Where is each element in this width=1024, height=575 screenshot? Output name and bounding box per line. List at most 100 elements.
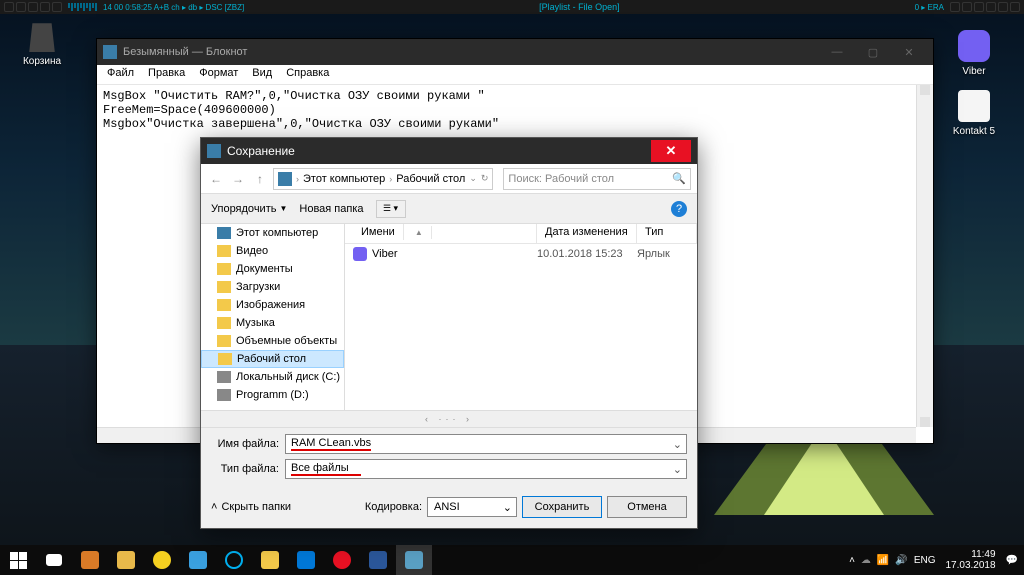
desktop-icon-kontakt[interactable]: Kontakt 5 — [944, 90, 1004, 137]
kontakt-icon — [958, 90, 990, 122]
maximize-button[interactable]: ▢ — [855, 41, 891, 63]
pc-icon — [217, 227, 231, 239]
folder-icon — [217, 245, 231, 257]
tray-network-icon[interactable]: 📶 — [877, 555, 889, 566]
column-name[interactable]: Имени ▲ — [345, 224, 537, 243]
search-input[interactable]: Поиск: Рабочий стол 🔍 — [503, 168, 691, 190]
player-next-icon[interactable] — [52, 2, 62, 12]
tray-chevron-icon[interactable]: ˄ — [849, 555, 855, 566]
tree-item-music[interactable]: Музыка — [201, 314, 344, 332]
task-view-button[interactable] — [36, 545, 72, 575]
notepad-textarea[interactable]: MsgBox "Очистить RAM?",0,"Очистка ОЗУ св… — [97, 85, 933, 135]
chevron-up-icon: ˄ — [211, 501, 217, 513]
taskbar-word[interactable] — [360, 545, 396, 575]
player-prev-icon[interactable] — [4, 2, 14, 12]
tree-item-desktop[interactable]: Рабочий стол — [201, 350, 344, 368]
taskbar-explorer[interactable] — [252, 545, 288, 575]
taskbar-app[interactable] — [180, 545, 216, 575]
tray-onedrive-icon[interactable]: ☁ — [861, 555, 871, 566]
tree-item-disk-d[interactable]: Programm (D:) — [201, 386, 344, 404]
tree-item-pc[interactable]: Этот компьютер — [201, 224, 344, 242]
menu-file[interactable]: Файл — [101, 65, 140, 84]
tray-language[interactable]: ENG — [914, 555, 936, 566]
tree-item-3d[interactable]: Объемные объекты — [201, 332, 344, 350]
nav-back-button[interactable]: ← — [207, 170, 225, 188]
equalizer-icon — [68, 3, 97, 11]
player-play-icon[interactable] — [16, 2, 26, 12]
taskbar-app[interactable] — [108, 545, 144, 575]
encoding-label: Кодировка: — [365, 501, 422, 513]
notepad-titlebar[interactable]: Безымянный — Блокнот — ▢ ✕ — [97, 39, 933, 65]
new-folder-button[interactable]: Новая папка — [299, 203, 363, 215]
start-button[interactable] — [0, 545, 36, 575]
notepad-icon — [103, 45, 117, 59]
search-placeholder: Поиск: Рабочий стол — [508, 173, 614, 185]
taskbar-opera[interactable] — [324, 545, 360, 575]
tray-volume-icon[interactable]: 🔊 — [895, 555, 907, 566]
crumb-desktop[interactable]: Рабочий стол — [396, 173, 465, 185]
close-button[interactable]: ✕ — [891, 41, 927, 63]
tray-clock[interactable]: 11:49 17.03.2018 — [941, 549, 999, 571]
notepad-menu: Файл Правка Формат Вид Справка — [97, 65, 933, 85]
menu-view[interactable]: Вид — [246, 65, 278, 84]
tree-item-images[interactable]: Изображения — [201, 296, 344, 314]
player-btn[interactable] — [986, 2, 996, 12]
media-player-bar: 14 00 0:58:25 A+B ch ▸ db ▸ DSC [ZBZ] [P… — [0, 0, 1024, 14]
tree-item-video[interactable]: Видео — [201, 242, 344, 260]
folder-icon — [217, 281, 231, 293]
desktop-icon-viber[interactable]: Viber — [944, 30, 1004, 77]
resize-handle[interactable]: ‹ ··· › — [201, 410, 697, 428]
menu-edit[interactable]: Правка — [142, 65, 191, 84]
search-icon: 🔍 — [672, 172, 686, 185]
column-type[interactable]: Тип — [637, 224, 697, 243]
scrollbar-vertical[interactable] — [916, 85, 933, 427]
tray-notifications-icon[interactable]: 💬 — [1006, 555, 1018, 566]
taskbar-app[interactable] — [72, 545, 108, 575]
disk-icon — [217, 389, 231, 401]
file-row[interactable]: Viber 10.01.2018 15:23 Ярлык — [345, 244, 697, 264]
taskbar-cortana[interactable] — [216, 545, 252, 575]
view-options-button[interactable]: ☰ ▾ — [376, 200, 406, 218]
file-name: Viber — [372, 248, 397, 260]
column-date[interactable]: Дата изменения — [537, 224, 637, 243]
player-pause-icon[interactable] — [28, 2, 38, 12]
taskbar-app[interactable] — [144, 545, 180, 575]
tree-item-documents[interactable]: Документы — [201, 260, 344, 278]
taskbar-notepad[interactable] — [396, 545, 432, 575]
save-button[interactable]: Сохранить — [522, 496, 602, 518]
tree-item-downloads[interactable]: Загрузки — [201, 278, 344, 296]
viber-icon — [958, 30, 990, 62]
player-btn[interactable] — [1010, 2, 1020, 12]
menu-format[interactable]: Формат — [193, 65, 244, 84]
player-btn[interactable] — [998, 2, 1008, 12]
player-title: [Playlist - File Open] — [539, 2, 620, 12]
folder-icon — [217, 299, 231, 311]
taskbar-edge[interactable] — [288, 545, 324, 575]
notepad-title: Безымянный — Блокнот — [123, 46, 247, 58]
nav-up-button[interactable]: ↑ — [251, 170, 269, 188]
dialog-titlebar[interactable]: Сохранение ✕ — [201, 138, 697, 164]
player-btn[interactable] — [950, 2, 960, 12]
help-button[interactable]: ? — [671, 201, 687, 217]
viber-icon — [353, 247, 367, 261]
breadcrumb[interactable]: › Этот компьютер › Рабочий стол ⌄ ↻ — [273, 168, 493, 190]
filename-input[interactable]: RAM CLean.vbs — [285, 434, 687, 454]
dialog-title: Сохранение — [227, 144, 295, 158]
filetype-label: Тип файла: — [211, 463, 279, 475]
nav-forward-button[interactable]: → — [229, 170, 247, 188]
minimize-button[interactable]: — — [819, 41, 855, 63]
menu-help[interactable]: Справка — [280, 65, 335, 84]
hide-folders-toggle[interactable]: ˄ Скрыть папки — [211, 501, 291, 513]
desktop-icon-label: Kontakt 5 — [953, 126, 995, 137]
filetype-dropdown[interactable]: Все файлы — [285, 459, 687, 479]
close-button[interactable]: ✕ — [651, 140, 691, 162]
player-btn[interactable] — [974, 2, 984, 12]
organize-dropdown[interactable]: Упорядочить ▼ — [211, 203, 287, 215]
cancel-button[interactable]: Отмена — [607, 496, 687, 518]
player-btn[interactable] — [962, 2, 972, 12]
tree-item-disk-c[interactable]: Локальный диск (C:) — [201, 368, 344, 386]
encoding-dropdown[interactable]: ANSI — [427, 497, 517, 517]
desktop-icon-trash[interactable]: Корзина — [12, 20, 72, 67]
crumb-pc[interactable]: Этот компьютер — [303, 173, 385, 185]
player-stop-icon[interactable] — [40, 2, 50, 12]
